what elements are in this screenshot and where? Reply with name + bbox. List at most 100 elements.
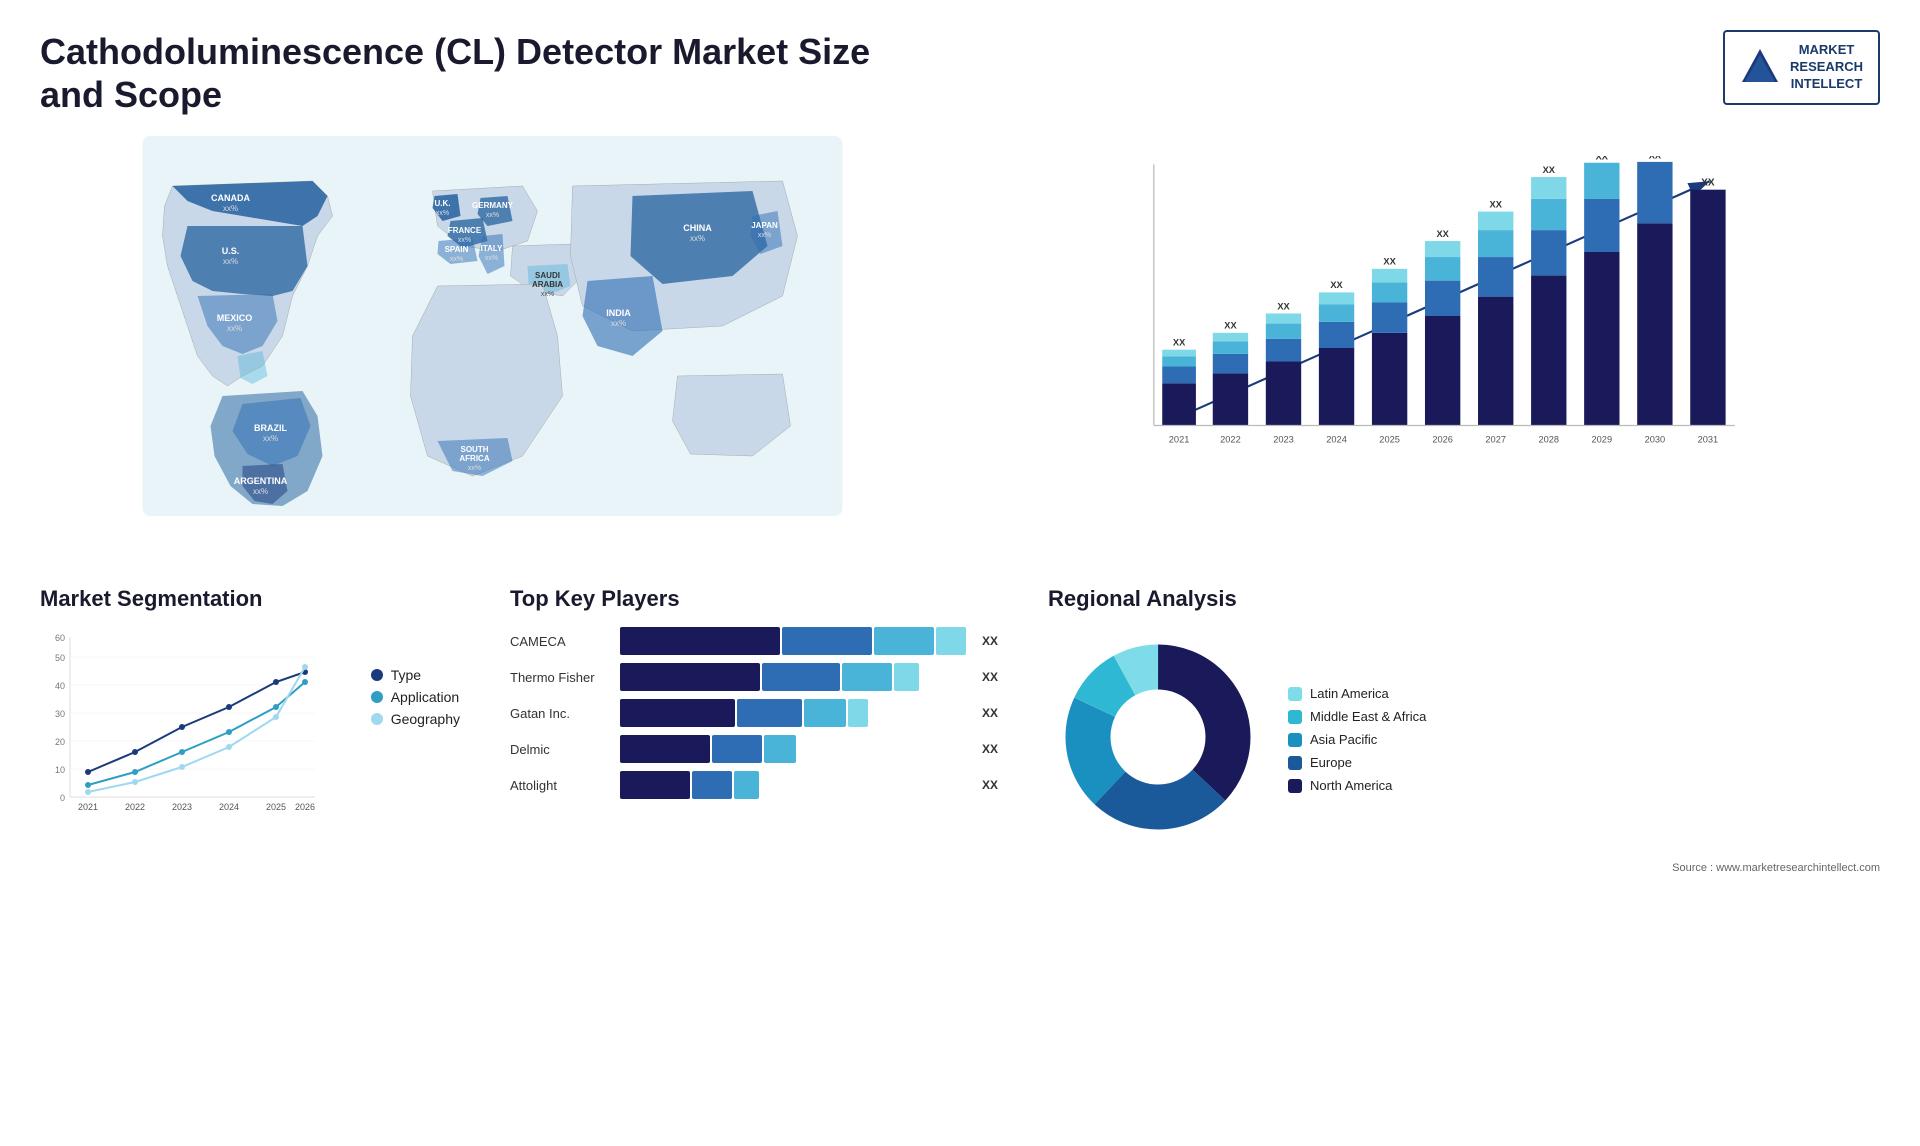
svg-text:ITALY: ITALY [481,244,503,253]
regional-container: Latin America Middle East & Africa Asia … [1048,627,1880,852]
svg-text:U.K.: U.K. [435,199,451,208]
player-bar-mid [692,771,732,799]
svg-text:2026: 2026 [1432,435,1453,445]
svg-text:30: 30 [55,709,65,719]
legend-item-application: Application [371,689,460,705]
forecast-chart-svg: XX 2021 XX 2022 XX 2023 [995,156,1860,476]
regional-dot-mea [1288,710,1302,724]
regional-section: Regional Analysis [1018,586,1880,874]
player-bar-lightest [936,627,966,655]
svg-text:60: 60 [55,633,65,643]
svg-text:xx%: xx% [263,434,278,443]
svg-text:2021: 2021 [78,802,98,812]
player-bars-attolight [620,771,966,799]
player-bar-dark [620,771,690,799]
regional-legend-latin: Latin America [1288,686,1426,701]
player-bar-dark [620,735,710,763]
svg-text:GERMANY: GERMANY [472,201,514,210]
svg-text:10: 10 [55,765,65,775]
svg-text:2022: 2022 [1220,435,1241,445]
donut-svg [1048,627,1268,847]
svg-text:xx%: xx% [450,256,463,263]
world-map-svg: CANADA xx% U.S. xx% MEXICO xx% BRAZIL xx… [40,136,945,516]
regional-legend-mea: Middle East & Africa [1288,709,1426,724]
svg-text:MEXICO: MEXICO [217,313,253,323]
svg-text:ARGENTINA: ARGENTINA [234,476,288,486]
top-section: CANADA xx% U.S. xx% MEXICO xx% BRAZIL xx… [40,136,1880,556]
svg-text:2029: 2029 [1592,435,1613,445]
svg-text:XX: XX [1383,257,1396,267]
player-bar-light [734,771,759,799]
svg-text:2025: 2025 [1379,435,1400,445]
logo-text: MARKET RESEARCH INTELLECT [1790,42,1863,93]
svg-text:2022: 2022 [125,802,145,812]
bar-chart-container: XX 2021 XX 2022 XX 2023 [975,136,1880,516]
map-container: CANADA xx% U.S. xx% MEXICO xx% BRAZIL xx… [40,136,945,516]
player-bar-light [804,699,846,727]
players-chart: CAMECA XX Thermo Fisher XX [510,627,998,799]
svg-text:2023: 2023 [1273,435,1294,445]
svg-text:XX: XX [1649,156,1662,161]
player-row-cameca: CAMECA XX [510,627,998,655]
player-bar-dark [620,699,735,727]
svg-text:50: 50 [55,653,65,663]
svg-text:xx%: xx% [485,255,498,262]
svg-text:XX: XX [1596,156,1609,161]
player-xx-attolight: XX [982,778,998,792]
svg-text:FRANCE: FRANCE [448,226,482,235]
svg-text:xx%: xx% [436,210,449,217]
regional-legend-europe: Europe [1288,755,1426,770]
player-bars-thermo [620,663,966,691]
map-section: CANADA xx% U.S. xx% MEXICO xx% BRAZIL xx… [40,136,945,556]
legend-dot-application [371,691,383,703]
svg-text:2024: 2024 [219,802,239,812]
svg-text:2030: 2030 [1645,435,1666,445]
segment-section: Market Segmentation 0 10 20 30 [40,586,460,874]
svg-text:40: 40 [55,681,65,691]
svg-text:AFRICA: AFRICA [459,454,489,463]
player-row-gatan: Gatan Inc. XX [510,699,998,727]
svg-text:0: 0 [60,793,65,803]
player-bar-mid [737,699,802,727]
players-title: Top Key Players [510,586,998,612]
regional-legend-asia: Asia Pacific [1288,732,1426,747]
page-title: Cathodoluminescence (CL) Detector Market… [40,30,940,116]
svg-text:U.S.: U.S. [222,246,240,256]
player-bar-lightest [894,663,919,691]
regional-dot-na [1288,779,1302,793]
svg-text:SOUTH: SOUTH [461,445,489,454]
svg-text:ARABIA: ARABIA [532,280,563,289]
player-bar-light [764,735,796,763]
player-xx-thermo: XX [982,670,998,684]
legend-dot-geography [371,713,383,725]
player-bar-dark [620,627,780,655]
svg-text:SPAIN: SPAIN [445,245,469,254]
svg-text:xx%: xx% [611,319,626,328]
regional-title: Regional Analysis [1048,586,1880,612]
svg-text:2025: 2025 [266,802,286,812]
legend-dot-type [371,669,383,681]
player-bar-light [874,627,934,655]
svg-text:BRAZIL: BRAZIL [254,423,287,433]
svg-text:xx%: xx% [690,234,705,243]
svg-text:XX: XX [1330,281,1343,291]
player-bar-lightest [848,699,868,727]
svg-text:INDIA: INDIA [606,308,631,318]
player-name-delmic: Delmic [510,742,610,757]
svg-text:CHINA: CHINA [683,223,712,233]
player-row-delmic: Delmic XX [510,735,998,763]
svg-text:XX: XX [1173,338,1186,348]
svg-text:xx%: xx% [758,232,771,239]
svg-text:xx%: xx% [541,291,554,298]
player-row-attolight: Attolight XX [510,771,998,799]
legend-item-geography: Geography [371,711,460,727]
player-bar-mid [712,735,762,763]
svg-text:xx%: xx% [468,465,481,472]
regional-legend: Latin America Middle East & Africa Asia … [1288,686,1426,793]
page-header: Cathodoluminescence (CL) Detector Market… [40,30,1880,116]
player-row-thermo: Thermo Fisher XX [510,663,998,691]
player-name-attolight: Attolight [510,778,610,793]
players-section: Top Key Players CAMECA XX Thermo Fisher [480,586,998,874]
svg-text:xx%: xx% [253,487,268,496]
player-xx-gatan: XX [982,706,998,720]
